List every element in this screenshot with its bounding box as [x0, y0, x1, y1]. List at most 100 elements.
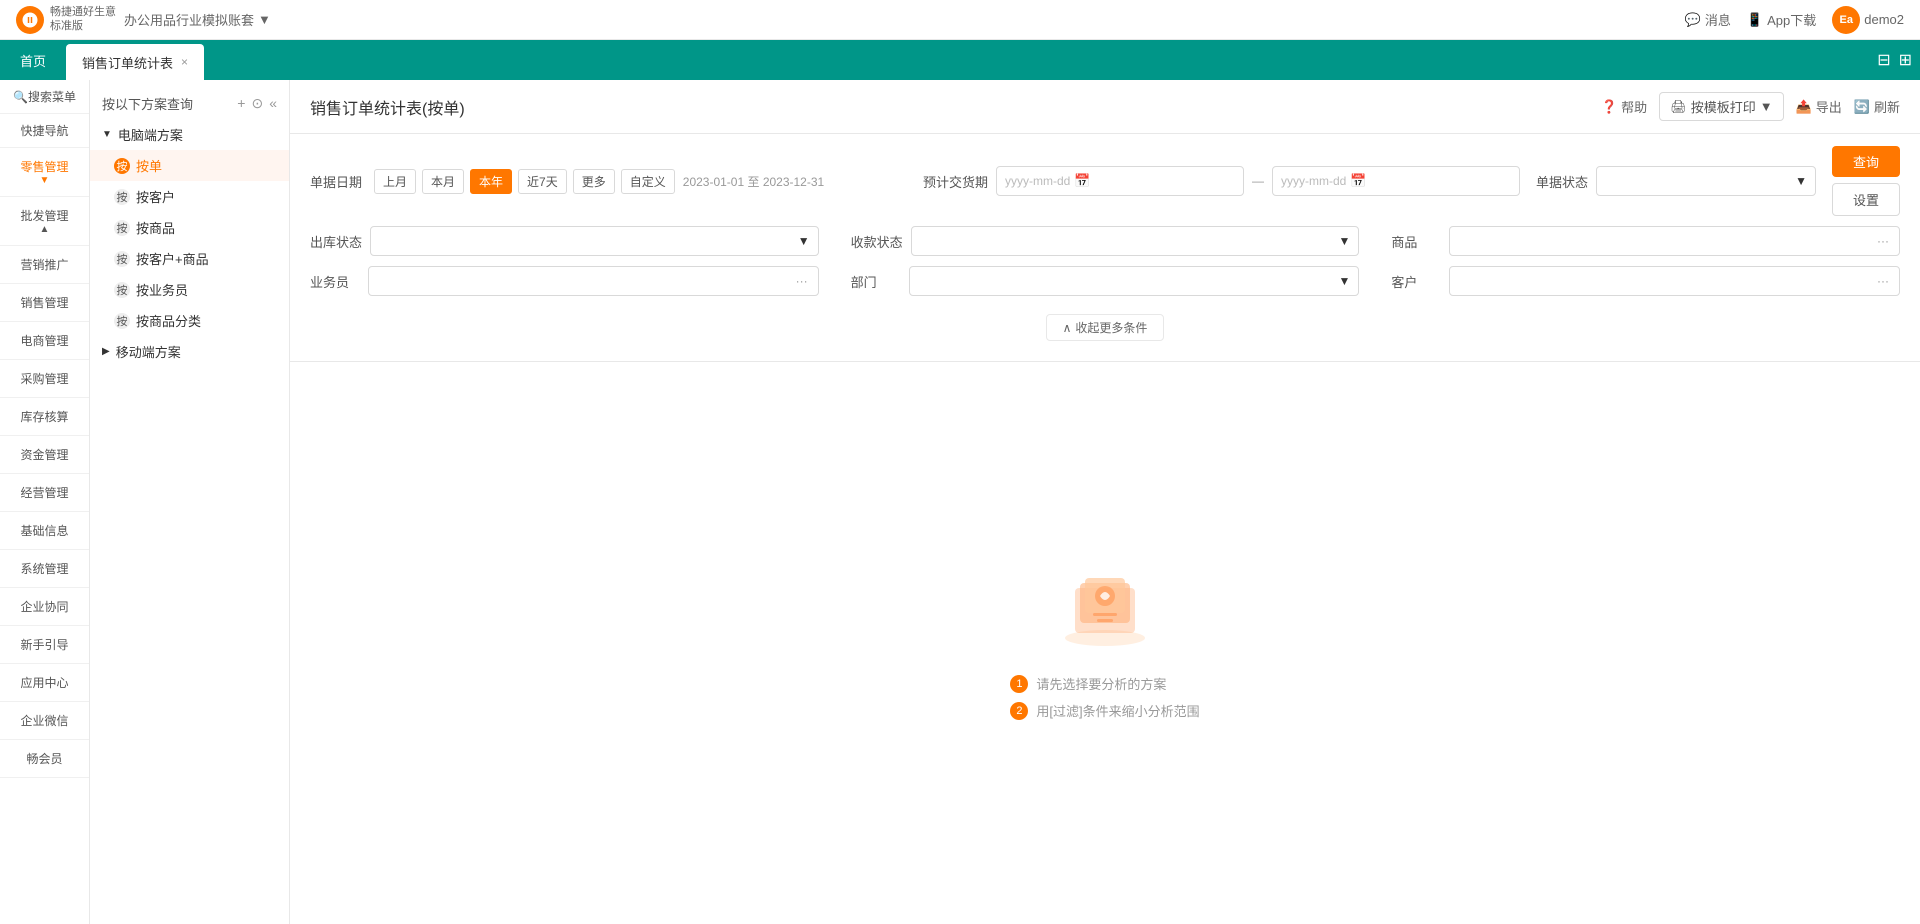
edit-scheme-btn[interactable]: ⊙	[251, 95, 263, 112]
sidebar-item-label: 企业协同	[4, 598, 85, 615]
download-icon: 📱	[1747, 12, 1763, 28]
panel-title-actions: + ⊙ «	[237, 95, 277, 112]
date-label: 单据日期	[310, 172, 366, 191]
date-btn-last-month[interactable]: 上月	[374, 169, 416, 194]
date-btn-this-year[interactable]: 本年	[470, 169, 512, 194]
tab-home[interactable]: 首页	[0, 40, 66, 80]
sidebar-item-label: 资金管理	[4, 446, 85, 463]
tab-active[interactable]: 销售订单统计表 ×	[66, 44, 204, 80]
template-print-btn[interactable]: 🖨 按模板打印 ▼	[1659, 92, 1783, 121]
salesperson-section: 业务员 ···	[310, 266, 819, 296]
tab-close-btn[interactable]: ×	[181, 56, 188, 68]
calendar-icon-end: 📅	[1350, 173, 1366, 189]
out-status-select[interactable]: ▼	[370, 226, 819, 256]
sidebar-quick-nav[interactable]: 快捷导航	[0, 114, 89, 148]
sidebar-item-label: 新手引导	[4, 636, 85, 653]
query-btn[interactable]: 查询	[1832, 146, 1900, 177]
sidebar-item-label: 经营管理	[4, 484, 85, 501]
sidebar-item-sales[interactable]: 销售管理	[0, 284, 89, 322]
expected-date-start[interactable]: yyyy-mm-dd 📅	[996, 166, 1244, 196]
sidebar-item-inventory[interactable]: 库存核算	[0, 398, 89, 436]
refresh-icon: 🔄	[1854, 99, 1870, 115]
department-select[interactable]: ▼	[909, 266, 1360, 296]
tree-item-anshangpinfenlei[interactable]: 按 按商品分类	[90, 305, 289, 336]
add-scheme-btn[interactable]: +	[237, 95, 245, 112]
help-btn[interactable]: ❓ 帮助	[1601, 97, 1647, 116]
app-selector[interactable]: 办公用品行业模拟账套 ▼	[124, 10, 271, 29]
maximize-btn[interactable]: ⊞	[1899, 50, 1912, 70]
sidebar-item-label: 销售管理	[4, 294, 85, 311]
sidebar-item-finance[interactable]: 资金管理	[0, 436, 89, 474]
tree-parent-mobile[interactable]: ▶ 移动端方案	[90, 336, 289, 367]
sidebar-search[interactable]: 🔍 搜索菜单	[0, 80, 89, 114]
refresh-btn[interactable]: 🔄 刷新	[1854, 97, 1900, 116]
tree-item-ankehu-shangpin[interactable]: 按 按客户+商品	[90, 243, 289, 274]
collection-status-select[interactable]: ▼	[911, 226, 1360, 256]
content-area: 按以下方案查询 + ⊙ « ▼ 电脑端方案 按 按单 按 按客户 按	[90, 80, 1920, 924]
sidebar-item-wholesale[interactable]: 批发管理 ▲	[0, 197, 89, 246]
date-btn-custom[interactable]: 自定义	[621, 169, 675, 194]
minimize-btn[interactable]: ⊟	[1877, 50, 1890, 70]
goods-label: 商品	[1391, 232, 1441, 251]
date-range-display: 2023-01-01 至 2023-12-31	[683, 173, 824, 190]
sidebar-item-label: 系统管理	[4, 560, 85, 577]
app-download-btn[interactable]: 📱 App下载	[1747, 10, 1816, 29]
filter-row-2: 出库状态 ▼ 收款状态 ▼ 商品	[310, 226, 1900, 256]
salesperson-more-btn[interactable]: ···	[796, 274, 808, 288]
date-btn-more[interactable]: 更多	[573, 169, 615, 194]
sidebar-item-label: 畅会员	[4, 750, 85, 767]
sidebar-item-label: 应用中心	[4, 674, 85, 691]
print-icon: 🖨	[1670, 99, 1687, 115]
collection-status-label: 收款状态	[851, 232, 903, 251]
tree-item-anjian[interactable]: 按 按单	[90, 150, 289, 181]
expected-delivery-section: 预计交货期 yyyy-mm-dd 📅 — yyyy-mm-dd 📅	[923, 166, 1520, 196]
tree-item-ankehu[interactable]: 按 按客户	[90, 181, 289, 212]
sidebar-item-ecommerce[interactable]: 电商管理	[0, 322, 89, 360]
sidebar-item-retail[interactable]: 零售管理 ▼	[0, 148, 89, 197]
collapse-panel-btn[interactable]: «	[269, 95, 277, 112]
date-placeholder-start: yyyy-mm-dd	[1005, 174, 1070, 188]
settings-btn[interactable]: 设置	[1832, 183, 1900, 216]
sidebar-item-label: 电商管理	[4, 332, 85, 349]
sidebar-item-appstore[interactable]: 应用中心	[0, 664, 89, 702]
date-btn-this-month[interactable]: 本月	[422, 169, 464, 194]
avatar: Ea	[1832, 6, 1860, 34]
export-icon: 📤	[1796, 99, 1812, 115]
sidebar-item-newbie[interactable]: 新手引导	[0, 626, 89, 664]
sidebar-item-system[interactable]: 系统管理	[0, 550, 89, 588]
sidebar-item-basic[interactable]: 基础信息	[0, 512, 89, 550]
sidebar-item-wechat[interactable]: 企业微信	[0, 702, 89, 740]
empty-state: 1 请先选择要分析的方案 2 用[过滤]条件来缩小分析范围	[290, 362, 1920, 924]
customer-input[interactable]: ···	[1449, 266, 1900, 296]
user-menu[interactable]: Ea demo2	[1832, 6, 1904, 34]
sidebar-item-purchase[interactable]: 采购管理	[0, 360, 89, 398]
tip-text-1: 请先选择要分析的方案	[1036, 674, 1166, 693]
customer-more-btn[interactable]: ···	[1877, 274, 1889, 288]
export-btn[interactable]: 📤 导出	[1796, 97, 1842, 116]
expected-date-end[interactable]: yyyy-mm-dd 📅	[1272, 166, 1520, 196]
salesperson-input[interactable]: ···	[368, 266, 819, 296]
out-status-dropdown: ▼	[798, 234, 810, 248]
tree-item-anshangpin[interactable]: 按 按商品	[90, 212, 289, 243]
empty-illustration	[1045, 558, 1165, 658]
sidebar: 🔍 搜索菜单 快捷导航 零售管理 ▼ 批发管理 ▲ 营销推广 销售管理 电商管理…	[0, 80, 90, 924]
message-btn[interactable]: 💬 消息	[1685, 10, 1731, 29]
status-select[interactable]: ▼	[1596, 166, 1816, 196]
logo-text: 畅捷通好生意 标准版	[50, 6, 116, 32]
status-label: 单据状态	[1536, 172, 1588, 191]
salesperson-label: 业务员	[310, 272, 360, 291]
tree-item-anyewuyuan[interactable]: 按 按业务员	[90, 274, 289, 305]
customer-section: 客户 ···	[1391, 266, 1900, 296]
sidebar-item-marketing[interactable]: 营销推广	[0, 246, 89, 284]
goods-input[interactable]: ···	[1449, 226, 1900, 256]
sidebar-item-corp[interactable]: 企业协同	[0, 588, 89, 626]
sidebar-item-vip[interactable]: 畅会员	[0, 740, 89, 778]
out-status-label: 出库状态	[310, 232, 362, 251]
message-icon: 💬	[1685, 12, 1701, 28]
collapse-btn[interactable]: ∧ 收起更多条件	[1046, 314, 1165, 341]
dept-dropdown-icon: ▼	[1338, 274, 1350, 288]
goods-more-btn[interactable]: ···	[1877, 234, 1889, 248]
tree-parent-pc[interactable]: ▼ 电脑端方案	[90, 119, 289, 150]
date-btn-7days[interactable]: 近7天	[518, 169, 567, 194]
sidebar-item-operations[interactable]: 经营管理	[0, 474, 89, 512]
